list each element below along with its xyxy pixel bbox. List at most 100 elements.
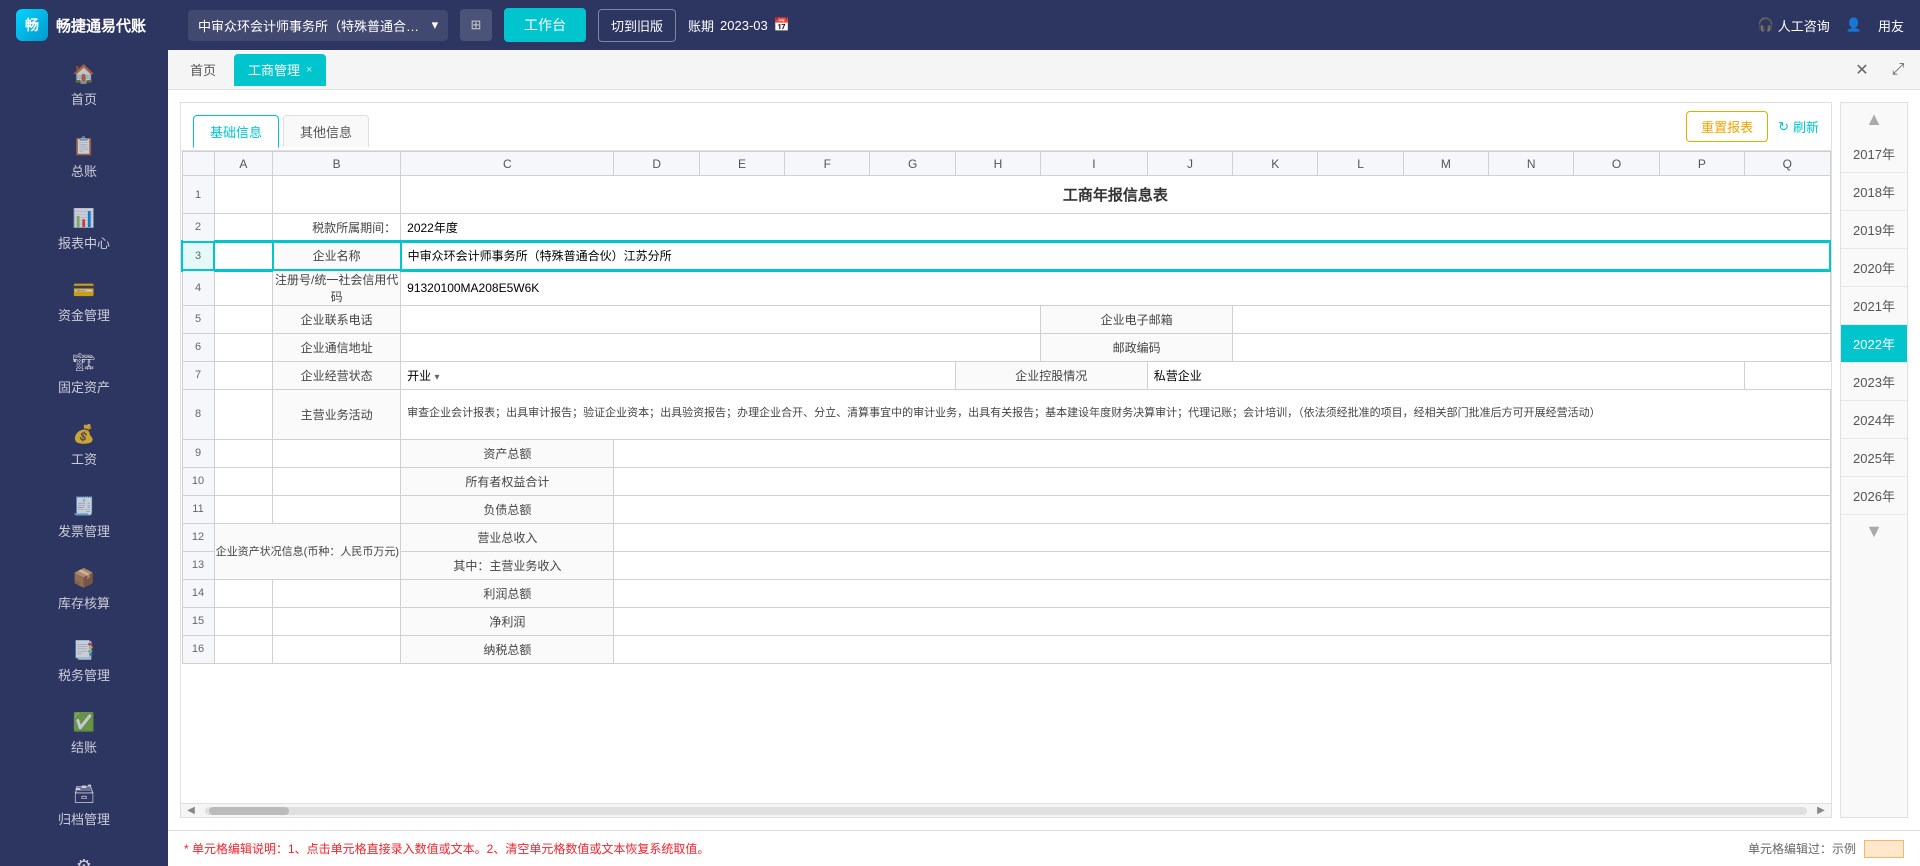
row-num-11: 11 [182, 495, 214, 523]
cell-14-value[interactable] [614, 579, 1830, 607]
cell-7-status[interactable]: 开业 ▾ [401, 361, 956, 389]
sidebar-item-checkout[interactable]: ✅ 结账 [0, 698, 168, 770]
sidebar-label-invoice: 发票管理 [58, 521, 110, 540]
cell-16-label: 纳税总额 [401, 635, 614, 663]
cell-15b [273, 607, 401, 635]
tax-icon: 📑 [73, 640, 95, 661]
table-row: 14 利润总额 [182, 579, 1830, 607]
cell-9b [273, 439, 401, 467]
tab-bar: 首页 工商管理 × ✕ ⤢ [168, 50, 1920, 90]
cell-11-value[interactable] [614, 495, 1830, 523]
scroll-track[interactable] [205, 807, 1807, 815]
year-item-2023[interactable]: 2023年 [1841, 363, 1907, 401]
row-num-6: 6 [182, 333, 214, 361]
col-header-f: F [785, 152, 870, 176]
cell-8-value[interactable]: 审查企业会计报表；出具审计报告；验证企业资本；出具验资报告；办理企业合开、分立、… [401, 389, 1830, 439]
col-header-o: O [1574, 152, 1659, 176]
ledger-icon: 📋 [73, 136, 95, 157]
sidebar-item-ledger[interactable]: 📋 总账 [0, 122, 168, 194]
cell-4-label: 注册号/统一社会信用代码 [273, 270, 401, 306]
year-item-2024[interactable]: 2024年 [1841, 401, 1907, 439]
col-header-g: G [870, 152, 955, 176]
horizontal-scrollbar[interactable]: ◀ ▶ [181, 803, 1831, 817]
cell-5-phone[interactable] [401, 305, 1041, 333]
cell-5-email-value[interactable] [1233, 305, 1830, 333]
year-item-2026[interactable]: 2026年 [1841, 477, 1907, 515]
year-item-2025[interactable]: 2025年 [1841, 439, 1907, 477]
scroll-thumb[interactable] [209, 807, 289, 815]
cell-13-value[interactable] [614, 551, 1830, 579]
table-row: 12 企业资产状况信息(币种：人民币万元) 营业总收入 [182, 523, 1830, 551]
scroll-right-arrow[interactable]: ▶ [1811, 804, 1831, 818]
cell-12-value[interactable] [614, 523, 1830, 551]
workbench-button[interactable]: 工作台 [504, 8, 586, 42]
archive-icon: 🗃 [73, 784, 96, 805]
col-header-rownum [182, 152, 214, 176]
sidebar-label-finance: 资金管理 [58, 305, 110, 324]
inventory-icon: 📦 [73, 568, 95, 589]
app-name: 畅捷通易代账 [56, 15, 146, 36]
year-nav-up[interactable]: ▲ [1841, 103, 1907, 135]
year-item-2021[interactable]: 2021年 [1841, 287, 1907, 325]
tab-close-button[interactable]: × [306, 64, 312, 76]
copy-button[interactable]: ⊞ [460, 9, 492, 41]
cell-16-value[interactable] [614, 635, 1830, 663]
cell-4-value[interactable]: 91320100MA208E5W6K [401, 270, 1830, 306]
cell-2-value[interactable]: 2022年度 [401, 214, 1830, 242]
sidebar-item-report[interactable]: 📊 报表中心 [0, 194, 168, 266]
sidebar-item-tax[interactable]: 📑 税务管理 [0, 626, 168, 698]
cell-6-addr[interactable] [401, 333, 1041, 361]
reset-button[interactable]: 重置报表 [1686, 111, 1768, 142]
sidebar-item-invoice[interactable]: 🧾 发票管理 [0, 482, 168, 554]
example-area: 单元格编辑过：示例 [1748, 840, 1904, 858]
tab-close-all-button[interactable]: ✕ [1848, 56, 1876, 84]
sidebar-item-archive[interactable]: 🗃 归档管理 [0, 770, 168, 842]
reg-code-cell: 91320100MA208E5W6K [401, 279, 1829, 297]
sidebar-item-assets[interactable]: 🏗 固定资产 [0, 338, 168, 410]
sidebar-item-finance[interactable]: 💳 资金管理 [0, 266, 168, 338]
invoice-icon: 🧾 [73, 496, 95, 517]
table-row: 4 注册号/统一社会信用代码 91320100MA208E5W6K [182, 270, 1830, 306]
business-activity-cell: 审查企业会计报表；出具审计报告；验证企业资本；出具验资报告；办理企业合开、分立、… [401, 403, 1829, 424]
cell-9a [214, 439, 273, 467]
cell-9-value[interactable] [614, 439, 1830, 467]
tab-home[interactable]: 首页 [176, 54, 230, 86]
cell-8a [214, 389, 273, 439]
user-avatar[interactable]: 👤 [1846, 17, 1862, 33]
cell-10-value[interactable] [614, 467, 1830, 495]
sub-tab-basic[interactable]: 基础信息 [193, 115, 279, 148]
sub-tab-other[interactable]: 其他信息 [283, 115, 369, 147]
year-nav-down[interactable]: ▼ [1841, 515, 1907, 547]
col-header-i: I [1041, 152, 1148, 176]
sidebar-label-report: 报表中心 [58, 233, 110, 252]
year-item-2020[interactable]: 2020年 [1841, 249, 1907, 287]
year-item-2022[interactable]: 2022年 [1841, 325, 1907, 363]
year-item-2018[interactable]: 2018年 [1841, 173, 1907, 211]
cell-6-postal-value[interactable] [1233, 333, 1830, 361]
cell-7-holding-value[interactable]: 私营企业 [1147, 361, 1744, 389]
cell-1-title[interactable]: 工商年报信息表 [401, 176, 1830, 214]
sidebar-item-home[interactable]: 🏠 首页 [0, 50, 168, 122]
cell-15-value[interactable] [614, 607, 1830, 635]
old-version-button[interactable]: 切到旧版 [598, 9, 676, 42]
service-button[interactable]: 🎧 人工咨询 [1758, 16, 1830, 35]
sidebar-item-salary[interactable]: 💰 工资 [0, 410, 168, 482]
cell-7a [214, 361, 273, 389]
calendar-icon[interactable]: 📅 [774, 17, 790, 33]
headset-icon: 🎧 [1758, 17, 1774, 33]
refresh-button[interactable]: ↻ 刷新 [1778, 117, 1819, 136]
sidebar-label-tax: 税务管理 [58, 665, 110, 684]
chevron-down-icon: ▼ [1865, 521, 1883, 542]
grid-container[interactable]: A B C D E F G H I J K L [181, 151, 1831, 803]
scroll-left-arrow[interactable]: ◀ [181, 804, 201, 818]
cell-3-value[interactable]: 中审众环会计师事务所（特殊普通合伙）江苏分所 [401, 242, 1830, 270]
tab-expand-button[interactable]: ⤢ [1884, 56, 1912, 84]
sidebar-item-inventory[interactable]: 📦 库存核算 [0, 554, 168, 626]
year-item-2019[interactable]: 2019年 [1841, 211, 1907, 249]
sidebar-item-settings[interactable]: ⚙ 设置 [0, 842, 168, 866]
company-selector[interactable]: 中审众环会计师事务所（特殊普通合伙… ▾ [188, 10, 448, 41]
logo-area: 畅 畅捷通易代账 [16, 9, 176, 41]
year-item-2017[interactable]: 2017年 [1841, 135, 1907, 173]
table-row: 11 负债总额 [182, 495, 1830, 523]
tab-industry[interactable]: 工商管理 × [234, 54, 326, 86]
